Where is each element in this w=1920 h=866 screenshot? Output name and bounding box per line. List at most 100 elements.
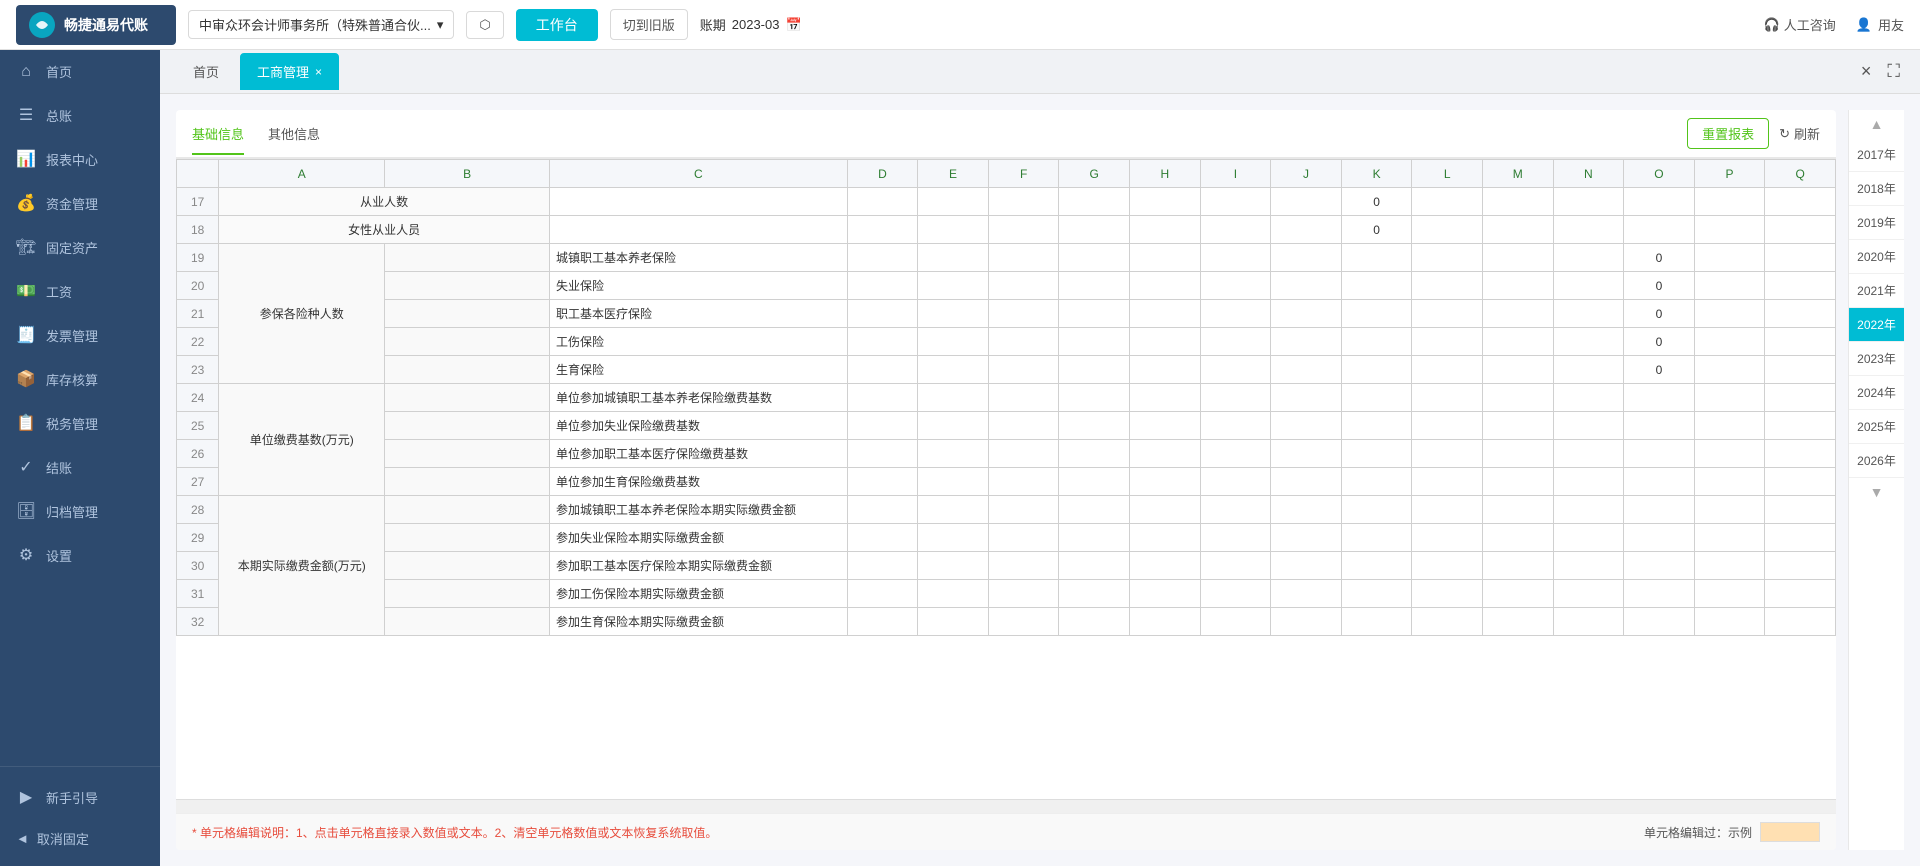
- cell-25-e[interactable]: [918, 412, 989, 440]
- cell-23-c[interactable]: 生育保险: [549, 356, 847, 384]
- cell-18-p[interactable]: [1694, 216, 1765, 244]
- cell-27-d[interactable]: [847, 468, 918, 496]
- cell-25-n[interactable]: [1553, 412, 1624, 440]
- cell-18-f[interactable]: [988, 216, 1059, 244]
- cell-18-m[interactable]: [1482, 216, 1553, 244]
- cell-23-g[interactable]: [1059, 356, 1130, 384]
- cell-29-m[interactable]: [1482, 524, 1553, 552]
- cell-31-j[interactable]: [1271, 580, 1342, 608]
- cell-20-k[interactable]: [1341, 272, 1412, 300]
- tab-commerce[interactable]: 工商管理 ×: [240, 53, 339, 90]
- cell-30-m[interactable]: [1482, 552, 1553, 580]
- cell-17-p[interactable]: [1694, 188, 1765, 216]
- cell-21-p[interactable]: [1694, 300, 1765, 328]
- cell-22-f[interactable]: [988, 328, 1059, 356]
- cell-26-j[interactable]: [1271, 440, 1342, 468]
- cell-29-f[interactable]: [988, 524, 1059, 552]
- cell-17-k[interactable]: 0: [1341, 188, 1412, 216]
- sidebar-item-report[interactable]: 📊 报表中心: [0, 137, 160, 181]
- cell-28-k[interactable]: [1341, 496, 1412, 524]
- cell-29-d[interactable]: [847, 524, 918, 552]
- cell-31-d[interactable]: [847, 580, 918, 608]
- cell-26-b[interactable]: [385, 440, 550, 468]
- cell-31-c[interactable]: 参加工伤保险本期实际缴费金额: [549, 580, 847, 608]
- cell-25-k[interactable]: [1341, 412, 1412, 440]
- cell-19-o[interactable]: 0: [1624, 244, 1695, 272]
- cell-24-d[interactable]: [847, 384, 918, 412]
- cell-26-f[interactable]: [988, 440, 1059, 468]
- sidebar-item-settings[interactable]: ⚙ 设置: [0, 533, 160, 577]
- cell-22-b[interactable]: [385, 328, 550, 356]
- cell-20-q[interactable]: [1765, 272, 1836, 300]
- cell-19-d[interactable]: [847, 244, 918, 272]
- cell-27-l[interactable]: [1412, 468, 1483, 496]
- cell-23-n[interactable]: [1553, 356, 1624, 384]
- cell-32-p[interactable]: [1694, 608, 1765, 636]
- cell-19-l[interactable]: [1412, 244, 1483, 272]
- cell-28-q[interactable]: [1765, 496, 1836, 524]
- cell-32-h[interactable]: [1130, 608, 1201, 636]
- cell-32-b[interactable]: [385, 608, 550, 636]
- cell-19-c[interactable]: 城镇职工基本养老保险: [549, 244, 847, 272]
- cell-31-b[interactable]: [385, 580, 550, 608]
- cell-32-m[interactable]: [1482, 608, 1553, 636]
- cell-28-f[interactable]: [988, 496, 1059, 524]
- cell-27-c[interactable]: 单位参加生育保险缴费基数: [549, 468, 847, 496]
- cell-23-o[interactable]: 0: [1624, 356, 1695, 384]
- cell-19-j[interactable]: [1271, 244, 1342, 272]
- cell-29-c[interactable]: 参加失业保险本期实际缴费金额: [549, 524, 847, 552]
- cell-24-j[interactable]: [1271, 384, 1342, 412]
- year-item-2017[interactable]: 2017年: [1849, 138, 1904, 172]
- cell-20-d[interactable]: [847, 272, 918, 300]
- cell-20-j[interactable]: [1271, 272, 1342, 300]
- cell-23-i[interactable]: [1200, 356, 1271, 384]
- switch-button[interactable]: 切到旧版: [610, 9, 688, 40]
- cell-25-g[interactable]: [1059, 412, 1130, 440]
- cell-20-p[interactable]: [1694, 272, 1765, 300]
- cell-28-e[interactable]: [918, 496, 989, 524]
- cell-26-k[interactable]: [1341, 440, 1412, 468]
- cell-26-g[interactable]: [1059, 440, 1130, 468]
- cell-24-e[interactable]: [918, 384, 989, 412]
- cell-25-b[interactable]: [385, 412, 550, 440]
- calendar-icon[interactable]: 📅: [785, 17, 801, 33]
- cell-30-g[interactable]: [1059, 552, 1130, 580]
- cell-18-g[interactable]: [1059, 216, 1130, 244]
- sub-tab-basic[interactable]: 基础信息: [192, 114, 244, 155]
- sidebar-item-assets[interactable]: 🏗 固定资产: [0, 225, 160, 269]
- cell-23-k[interactable]: [1341, 356, 1412, 384]
- cell-24-c[interactable]: 单位参加城镇职工基本养老保险缴费基数: [549, 384, 847, 412]
- cell-17-j[interactable]: [1271, 188, 1342, 216]
- cell-17-c[interactable]: [549, 188, 847, 216]
- cell-32-l[interactable]: [1412, 608, 1483, 636]
- cell-20-l[interactable]: [1412, 272, 1483, 300]
- cell-21-d[interactable]: [847, 300, 918, 328]
- cell-27-h[interactable]: [1130, 468, 1201, 496]
- cell-25-j[interactable]: [1271, 412, 1342, 440]
- cell-29-q[interactable]: [1765, 524, 1836, 552]
- cell-25-p[interactable]: [1694, 412, 1765, 440]
- year-item-2026[interactable]: 2026年: [1849, 444, 1904, 478]
- cell-30-e[interactable]: [918, 552, 989, 580]
- year-item-2021[interactable]: 2021年: [1849, 274, 1904, 308]
- year-nav-down[interactable]: ▼: [1864, 478, 1890, 506]
- cell-32-j[interactable]: [1271, 608, 1342, 636]
- cell-23-d[interactable]: [847, 356, 918, 384]
- cell-31-i[interactable]: [1200, 580, 1271, 608]
- cell-31-p[interactable]: [1694, 580, 1765, 608]
- cell-22-e[interactable]: [918, 328, 989, 356]
- cell-19-q[interactable]: [1765, 244, 1836, 272]
- cell-25-h[interactable]: [1130, 412, 1201, 440]
- cell-28-h[interactable]: [1130, 496, 1201, 524]
- sidebar-item-invoice[interactable]: 🧾 发票管理: [0, 313, 160, 357]
- sidebar-item-archive[interactable]: 🗄 归档管理: [0, 489, 160, 533]
- sidebar-item-closing[interactable]: ✓ 结账: [0, 445, 160, 489]
- spreadsheet-wrapper[interactable]: A B C D E F G H I J: [176, 159, 1836, 799]
- sidebar-item-ledger[interactable]: ☰ 总账: [0, 93, 160, 137]
- year-item-2019[interactable]: 2019年: [1849, 206, 1904, 240]
- maximize-button[interactable]: ⛶: [1883, 57, 1904, 86]
- cell-29-e[interactable]: [918, 524, 989, 552]
- cell-26-n[interactable]: [1553, 440, 1624, 468]
- cell-28-j[interactable]: [1271, 496, 1342, 524]
- cell-21-e[interactable]: [918, 300, 989, 328]
